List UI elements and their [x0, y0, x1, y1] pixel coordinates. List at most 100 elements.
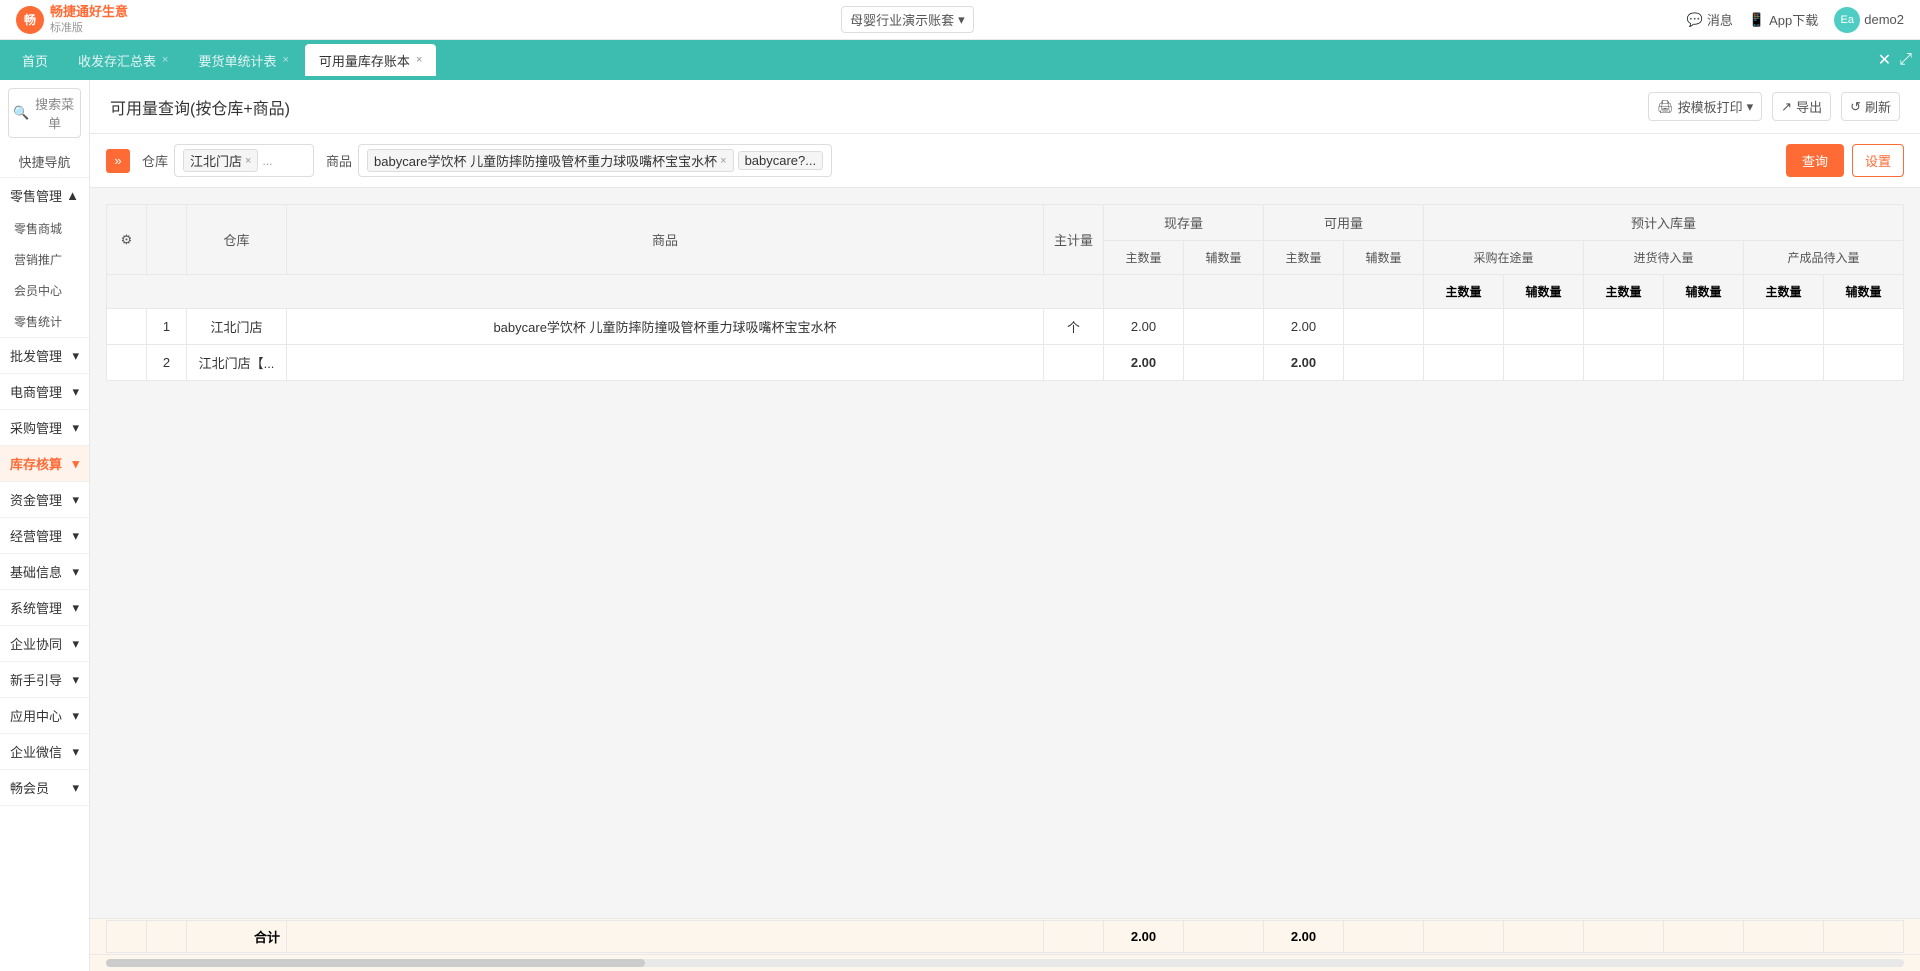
sidebar-group-business: 经营管理 ▾ [0, 518, 89, 554]
tab-order-stats-close[interactable]: × [282, 54, 288, 66]
sidebar-group-corpwechat: 企业微信 ▾ [0, 734, 89, 770]
page-header-actions: 🖨 按模板打印 ▾ ↗ 导出 ↺ 刷新 [1648, 92, 1900, 133]
td-purchase-main-2 [1424, 345, 1504, 381]
export-label: 导出 [1796, 97, 1822, 116]
tab-order-stats[interactable]: 要货单统计表 × [184, 44, 302, 76]
sidebar-group-inventory: 库存核算 ▾ [0, 446, 89, 482]
td-current-main-2: 2.00 [1104, 345, 1184, 381]
td-product-pending-sub-2 [1824, 345, 1904, 381]
chevron-icon2: ▾ [72, 348, 79, 364]
sidebar-group-finance-header[interactable]: 资金管理 ▾ [0, 482, 89, 517]
sidebar-quick-nav[interactable]: 快捷导航 [0, 146, 89, 178]
sidebar-group-ecommerce: 电商管理 ▾ [0, 374, 89, 410]
sidebar-item-retail-stats[interactable]: 零售统计 [0, 306, 89, 337]
th-incoming-main: 主数量 [1584, 275, 1664, 309]
setting-btn[interactable]: 设置 [1852, 144, 1904, 177]
sidebar-group-wholesale-header[interactable]: 批发管理 ▾ [0, 338, 89, 373]
sidebar-group-enterprise-header[interactable]: 企业协同 ▾ [0, 626, 89, 661]
sidebar-search-label: 搜索菜单 [33, 94, 76, 132]
th-purchase-sub: 辅数量 [1504, 275, 1584, 309]
brand-name: 畅捷通好生意 [50, 4, 128, 21]
sidebar-search-btn[interactable]: 🔍 搜索菜单 [8, 88, 81, 138]
total-current-main: 2.00 [1104, 921, 1184, 953]
th-gear[interactable]: ⚙ [107, 205, 147, 275]
industry-select[interactable]: 母婴行业演示账套 ▾ [841, 6, 974, 33]
td-no-1: 1 [147, 309, 187, 345]
sidebar-group-appcenter-header[interactable]: 应用中心 ▾ [0, 698, 89, 733]
td-warehouse-1: 江北门店 [187, 309, 287, 345]
nav-tabs: 首页 收发存汇总表 × 要货单统计表 × 可用量库存账本 × ✕ ⤢ [0, 40, 1920, 80]
print-template-btn[interactable]: 🖨 按模板打印 ▾ [1648, 92, 1762, 121]
brand-logo: 畅 畅捷通好生意 标准版 [16, 4, 128, 35]
tab-receipt-summary[interactable]: 收发存汇总表 × [64, 44, 182, 76]
sidebar-item-member-center[interactable]: 会员中心 [0, 275, 89, 306]
filter-actions: 查询 设置 [1786, 144, 1904, 177]
filter-expand-btn[interactable]: » [106, 149, 130, 173]
th-purchase-intransit: 采购在途量 [1424, 241, 1584, 275]
avatar: Ea [1834, 7, 1860, 33]
total-row: 合计 2.00 2.00 [107, 921, 1904, 953]
username-label: demo2 [1864, 12, 1904, 27]
sidebar-search-area: 🔍 搜索菜单 [0, 80, 89, 146]
total-p5 [1744, 921, 1824, 953]
sidebar-group-member-header[interactable]: 畅会员 ▾ [0, 770, 89, 805]
th-product-pending-sub: 辅数量 [1824, 275, 1904, 309]
print-template-label: 按模板打印 [1678, 97, 1743, 116]
scrollbar-thumb [106, 959, 645, 967]
sidebar-group-basic-header[interactable]: 基础信息 ▾ [0, 554, 89, 589]
tab-available-stock-close[interactable]: × [416, 54, 422, 66]
tab-home[interactable]: 首页 [8, 44, 62, 76]
sidebar-group-retail-header[interactable]: 零售管理 ▲ [0, 178, 89, 213]
td-incoming-main-2 [1584, 345, 1664, 381]
sidebar-item-retail-mall[interactable]: 零售商城 [0, 213, 89, 244]
total-available-main: 2.00 [1264, 921, 1344, 953]
sidebar-group-newguide-header[interactable]: 新手引导 ▾ [0, 662, 89, 697]
td-purchase-sub-1 [1504, 309, 1584, 345]
refresh-btn[interactable]: ↺ 刷新 [1841, 92, 1900, 121]
filter-product-tag1-close[interactable]: × [720, 155, 726, 167]
sidebar-group-enterprise: 企业协同 ▾ [0, 626, 89, 662]
filter-product-tag1: babycare学饮杯 儿童防摔防撞吸管杯重力球吸嘴杯宝宝水杯 × [367, 149, 734, 172]
filter-warehouse-ellipsis[interactable]: ... [262, 154, 272, 168]
nav-close-btn[interactable]: ✕ [1878, 50, 1891, 70]
chevron-icon10: ▾ [72, 636, 79, 652]
tab-receipt-summary-close[interactable]: × [162, 54, 168, 66]
user-menu[interactable]: Ea demo2 [1834, 7, 1904, 33]
td-product-pending-main-2 [1744, 345, 1824, 381]
sidebar-group-corpwechat-header[interactable]: 企业微信 ▾ [0, 734, 89, 769]
tab-available-stock[interactable]: 可用量库存账本 × [305, 44, 436, 76]
td-current-sub-2 [1184, 345, 1264, 381]
sidebar-group-ecommerce-header[interactable]: 电商管理 ▾ [0, 374, 89, 409]
th-warehouse: 仓库 [187, 205, 287, 275]
query-btn[interactable]: 查询 [1786, 144, 1844, 177]
sidebar-group-system-label: 系统管理 [10, 598, 62, 617]
filter-warehouse-label: 仓库 [142, 151, 168, 170]
sidebar-group-appcenter-label: 应用中心 [10, 706, 62, 725]
sidebar-group-basic: 基础信息 ▾ [0, 554, 89, 590]
brand-icon: 畅 [16, 6, 44, 34]
app-download-btn[interactable]: 📱 App下载 [1749, 10, 1818, 29]
sidebar-item-marketing[interactable]: 营销推广 [0, 244, 89, 275]
export-btn[interactable]: ↗ 导出 [1772, 92, 1831, 121]
tab-home-label: 首页 [22, 51, 48, 70]
sidebar-group-wholesale: 批发管理 ▾ [0, 338, 89, 374]
td-available-main-2: 2.00 [1264, 345, 1344, 381]
td-product-pending-main-1 [1744, 309, 1824, 345]
message-icon: 💬 [1687, 12, 1703, 28]
content-area: 可用量查询(按仓库+商品) 🖨 按模板打印 ▾ ↗ 导出 ↺ 刷新 [90, 80, 1920, 971]
filter-warehouse-tag-close[interactable]: × [245, 155, 251, 167]
sidebar-group-system-header[interactable]: 系统管理 ▾ [0, 590, 89, 625]
scrollbar-track[interactable] [106, 959, 1904, 967]
message-btn[interactable]: 💬 消息 [1687, 10, 1733, 29]
nav-expand-btn[interactable]: ⤢ [1899, 51, 1912, 69]
sidebar-group-purchase-header[interactable]: 采购管理 ▾ [0, 410, 89, 445]
th-available-sub: 辅数量 [1344, 241, 1424, 275]
sidebar-group-enterprise-label: 企业协同 [10, 634, 62, 653]
filter-product-input[interactable]: babycare学饮杯 儿童防摔防撞吸管杯重力球吸嘴杯宝宝水杯 × babyca… [358, 144, 832, 177]
page-title: 可用量查询(按仓库+商品) [110, 95, 290, 131]
th-unit: 主计量 [1044, 205, 1104, 275]
filter-product-tag2: babycare?... [738, 151, 824, 170]
sidebar-group-inventory-header[interactable]: 库存核算 ▾ [0, 446, 89, 481]
filter-warehouse-input[interactable]: 江北门店 × ... [174, 144, 314, 177]
sidebar-group-business-header[interactable]: 经营管理 ▾ [0, 518, 89, 553]
